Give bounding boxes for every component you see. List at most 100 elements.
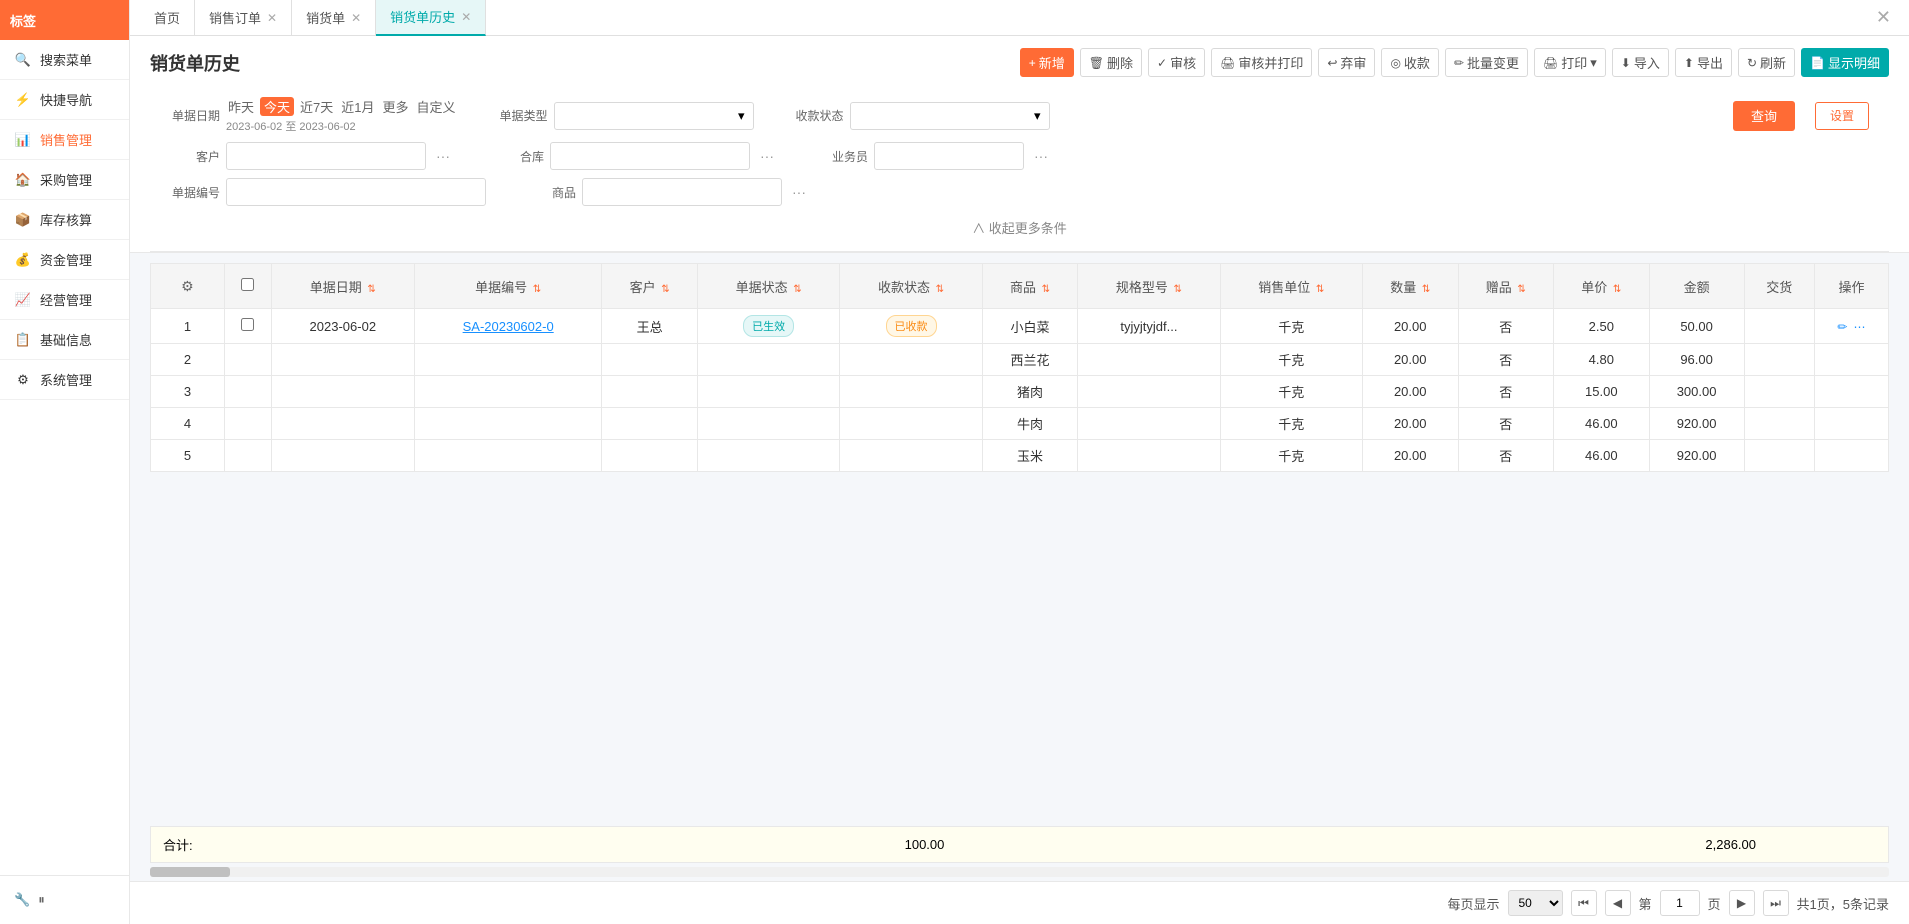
- date-shortcut-7days[interactable]: 近7天: [298, 97, 335, 116]
- abandon-button[interactable]: ↩ 弃审: [1318, 48, 1375, 77]
- export-button[interactable]: ⬆ 导出: [1675, 48, 1732, 77]
- batch-change-button[interactable]: ✏ 批量变更: [1445, 48, 1528, 77]
- lightning-icon: ⚡: [14, 91, 32, 109]
- total-label: 合计:: [163, 835, 213, 854]
- customer-dots-btn[interactable]: ···: [432, 148, 454, 164]
- tab-close-icon[interactable]: ✕: [267, 11, 277, 25]
- sidebar-item-finance-mgmt[interactable]: 💰 资金管理: [0, 240, 129, 280]
- col-label: 单价: [1581, 280, 1607, 295]
- warehouse-input[interactable]: [550, 142, 750, 170]
- edit-btn[interactable]: ✏: [1837, 320, 1847, 334]
- select-all-checkbox[interactable]: [241, 278, 254, 291]
- collect-status-select[interactable]: ▾: [850, 102, 1050, 130]
- show-detail-button[interactable]: 📄 显示明细: [1801, 48, 1889, 77]
- date-shortcut-yesterday[interactable]: 昨天: [226, 97, 256, 116]
- filter-doc-type: 单据类型 ▾: [498, 102, 754, 130]
- page-size-select[interactable]: 50 20 100: [1508, 890, 1563, 916]
- collect-button[interactable]: ◎ 收款: [1381, 48, 1439, 77]
- tab-close-icon[interactable]: ✕: [351, 11, 361, 25]
- date-shortcut-today[interactable]: 今天: [260, 97, 294, 116]
- sidebar-item-inventory-calc[interactable]: 📦 库存核算: [0, 200, 129, 240]
- customer-input[interactable]: [226, 142, 426, 170]
- settings-gear-icon[interactable]: ⚙: [173, 272, 201, 300]
- audit-print-button[interactable]: 🖨 审核并打印: [1211, 48, 1312, 77]
- sidebar-item-search-menu[interactable]: 🔍 搜索菜单: [0, 40, 129, 80]
- sidebar-item-purchase-mgmt[interactable]: 🏠 采购管理: [0, 160, 129, 200]
- doc-type-select[interactable]: ▾: [554, 102, 754, 130]
- cell-check[interactable]: [224, 376, 271, 408]
- cell-gift: 否: [1458, 309, 1554, 344]
- date-shortcut-custom[interactable]: 自定义: [415, 97, 458, 116]
- new-button[interactable]: + 新增: [1020, 48, 1074, 77]
- settings-button[interactable]: 设置: [1815, 102, 1869, 130]
- cell-check[interactable]: [224, 309, 271, 344]
- date-shortcut-1month[interactable]: 近1月: [339, 97, 376, 116]
- refresh-button[interactable]: ↻ 刷新: [1738, 48, 1795, 77]
- th-settings[interactable]: ⚙: [151, 264, 225, 309]
- import-button[interactable]: ⬇ 导入: [1612, 48, 1669, 77]
- button-label: 导入: [1634, 53, 1660, 72]
- doc-no-link[interactable]: SA-20230602-0: [463, 319, 554, 334]
- tab-sales-order[interactable]: 销售订单 ✕: [195, 0, 292, 36]
- date-group: 昨天 今天 近7天 近1月 更多 自定义 2023-06-02 至 2023-0…: [226, 97, 458, 134]
- goods-input[interactable]: [582, 178, 782, 206]
- prev-page-btn[interactable]: ◀: [1605, 890, 1631, 916]
- next-page-btn[interactable]: ▶: [1729, 890, 1755, 916]
- sidebar-item-sales-mgmt[interactable]: 📊 销售管理: [0, 120, 129, 160]
- th-doc-status[interactable]: 单据状态 ⇅: [697, 264, 839, 309]
- doc-no-input[interactable]: [226, 178, 486, 206]
- cell-action: ✏⋯: [1814, 309, 1888, 344]
- query-button[interactable]: 查询: [1733, 101, 1795, 131]
- chart-icon: 📊: [14, 131, 32, 149]
- th-qty[interactable]: 数量 ⇅: [1362, 264, 1458, 309]
- sidebar-item-base-info[interactable]: 📋 基础信息: [0, 320, 129, 360]
- tab-home[interactable]: 首页: [140, 0, 195, 36]
- sidebar-item-system-mgmt[interactable]: ⚙ 系统管理: [0, 360, 129, 400]
- agent-input[interactable]: [874, 142, 1024, 170]
- th-unit[interactable]: 销售单位 ⇅: [1220, 264, 1362, 309]
- cell-check[interactable]: [224, 408, 271, 440]
- audit-button[interactable]: ✓ 审核: [1148, 48, 1205, 77]
- th-spec[interactable]: 规格型号 ⇅: [1078, 264, 1220, 309]
- th-gift[interactable]: 赠品 ⇅: [1458, 264, 1554, 309]
- cell-doc-no: SA-20230602-0: [414, 309, 602, 344]
- th-doc-no[interactable]: 单据编号 ⇅: [414, 264, 602, 309]
- horizontal-scrollbar[interactable]: [150, 867, 1889, 877]
- tab-close-icon[interactable]: ✕: [461, 10, 471, 24]
- last-page-btn[interactable]: ⏭: [1763, 890, 1789, 916]
- delete-button[interactable]: 🗑 删除: [1080, 48, 1142, 77]
- sidebar-bottom: 🔧 ⏸: [0, 875, 129, 924]
- button-label: 打印: [1561, 53, 1587, 72]
- sidebar-logo: 标签: [0, 0, 129, 40]
- goods-dots-btn[interactable]: ···: [788, 184, 810, 200]
- date-shortcut-more[interactable]: 更多: [381, 97, 411, 116]
- th-doc-date[interactable]: 单据日期 ⇅: [271, 264, 414, 309]
- tab-sales-history[interactable]: 销货单历史 ✕: [376, 0, 486, 36]
- warehouse-dots-btn[interactable]: ···: [756, 148, 778, 164]
- window-close-btn[interactable]: ✕: [1868, 7, 1899, 28]
- sidebar-item-quick-nav[interactable]: ⚡ 快捷导航: [0, 80, 129, 120]
- th-price[interactable]: 单价 ⇅: [1554, 264, 1650, 309]
- cell-check[interactable]: [224, 344, 271, 376]
- current-page-input[interactable]: [1660, 890, 1700, 916]
- cell-doc-status: [697, 344, 839, 376]
- sidebar-item-ops-mgmt[interactable]: 📈 经营管理: [0, 280, 129, 320]
- print-button[interactable]: 🖨 打印 ▾: [1534, 48, 1606, 77]
- tab-sales-goods[interactable]: 销货单 ✕: [292, 0, 376, 36]
- th-customer[interactable]: 客户 ⇅: [602, 264, 698, 309]
- delete-icon: 🗑: [1089, 56, 1104, 70]
- cell-doc-date: [271, 408, 414, 440]
- th-goods[interactable]: 商品 ⇅: [982, 264, 1078, 309]
- first-page-btn[interactable]: ⏮: [1571, 890, 1597, 916]
- cell-check[interactable]: [224, 440, 271, 472]
- col-label: 赠品: [1486, 280, 1512, 295]
- sidebar-item-label: 搜索菜单: [40, 50, 92, 69]
- agent-dots-btn[interactable]: ···: [1030, 148, 1052, 164]
- collect-icon: ◎: [1390, 56, 1400, 70]
- th-check[interactable]: [224, 264, 271, 309]
- scroll-thumb[interactable]: [150, 867, 230, 877]
- sidebar-settings-btn[interactable]: 🔧 ⏸: [0, 884, 129, 916]
- more-btn[interactable]: ⋯: [1853, 320, 1865, 334]
- collapse-filter-btn[interactable]: ∧ 收起更多条件: [170, 214, 1869, 241]
- th-collect-status[interactable]: 收款状态 ⇅: [840, 264, 982, 309]
